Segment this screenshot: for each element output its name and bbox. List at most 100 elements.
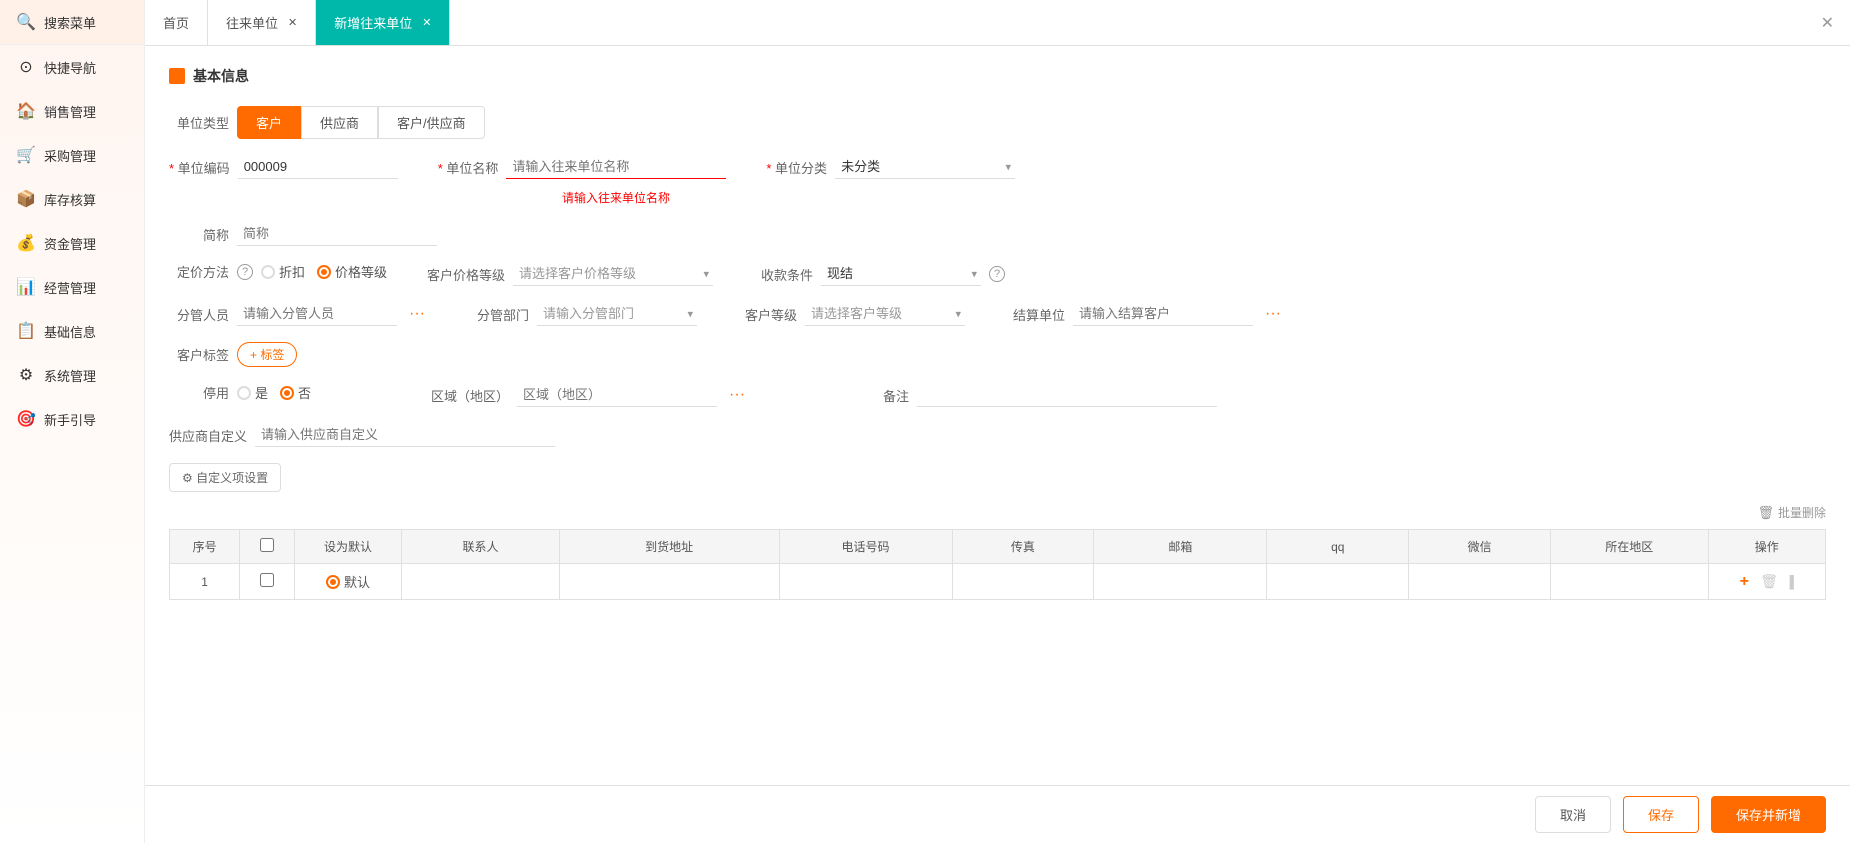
- window-close-btn[interactable]: ✕: [1805, 0, 1850, 45]
- disabled-no[interactable]: 否: [280, 383, 311, 402]
- row-default-radio: [326, 575, 340, 589]
- sidebar-item-quick-nav[interactable]: ⊙ 快捷导航: [0, 45, 144, 89]
- settlement-unit-input[interactable]: [1073, 302, 1253, 326]
- code-input[interactable]: [238, 155, 398, 179]
- add-row-btn[interactable]: +: [1740, 573, 1749, 590]
- col-address: 到货地址: [559, 530, 779, 564]
- row-qq-input[interactable]: [1303, 575, 1373, 589]
- tab-contacts[interactable]: 往来单位 ✕: [208, 0, 316, 45]
- sidebar-operations-label: 经营管理: [44, 278, 96, 297]
- pricing-method-label: 定价方法: [169, 262, 229, 281]
- remark-input[interactable]: [917, 383, 1217, 407]
- col-action: 操作: [1708, 530, 1826, 564]
- sidebar-item-basic[interactable]: 📋 基础信息: [0, 309, 144, 353]
- tab-new-contact-close[interactable]: ✕: [422, 16, 431, 29]
- pricing-level-label: 价格等级: [335, 262, 387, 281]
- supplier-custom-input[interactable]: [255, 423, 555, 447]
- row-email: [1094, 564, 1267, 600]
- tab-contacts-close[interactable]: ✕: [288, 16, 297, 29]
- purchase-icon: 🛒: [16, 145, 36, 165]
- manager-dots-btn[interactable]: ···: [405, 303, 429, 325]
- abbreviation-input[interactable]: [237, 222, 437, 246]
- row-checkbox[interactable]: [260, 573, 274, 587]
- supplier-custom-row: 供应商自定义: [169, 423, 1826, 447]
- disabled-yes[interactable]: 是: [237, 383, 268, 402]
- select-all-checkbox[interactable]: [260, 538, 274, 552]
- row-fax: [952, 564, 1094, 600]
- batch-delete-label[interactable]: 批量删除: [1778, 504, 1826, 521]
- sidebar-item-finance[interactable]: 💰 资金管理: [0, 221, 144, 265]
- customer-level-select[interactable]: 请选择客户等级: [805, 302, 965, 326]
- code-label: 单位编码: [169, 158, 230, 177]
- category-select[interactable]: 未分类: [835, 155, 1015, 179]
- row-phone-input[interactable]: [821, 575, 911, 589]
- row-region: [1551, 564, 1708, 600]
- region-dots-btn[interactable]: ···: [725, 384, 749, 406]
- department-wrapper: 请输入分管部门: [537, 302, 697, 326]
- customer-price-level-select[interactable]: 请选择客户价格等级: [513, 262, 713, 286]
- add-tag-btn[interactable]: + 标签: [237, 342, 297, 367]
- pricing-radio-group: 折扣 价格等级: [261, 262, 387, 281]
- supplier-custom-field: 供应商自定义: [169, 423, 555, 447]
- abbreviation-field: 简称: [169, 222, 437, 246]
- sidebar-item-search[interactable]: 🔍 搜索菜单: [0, 0, 144, 45]
- sidebar-finance-label: 资金管理: [44, 234, 96, 253]
- disabled-label: 停用: [169, 383, 229, 402]
- row-region-input[interactable]: [1589, 575, 1669, 589]
- customer-level-wrapper: 请选择客户等级: [805, 302, 965, 326]
- region-input[interactable]: [517, 383, 717, 407]
- pricing-method-field: 定价方法 ? 折扣 价格等级: [169, 262, 387, 281]
- sidebar-item-purchase[interactable]: 🛒 采购管理: [0, 133, 144, 177]
- department-label: 分管部门: [469, 305, 529, 324]
- pricing-discount-label: 折扣: [279, 262, 305, 281]
- code-field: 单位编码: [169, 155, 398, 179]
- unit-type-label: 单位类型: [169, 113, 229, 132]
- category-select-wrapper: 未分类: [835, 155, 1015, 179]
- row-default-text: 默认: [344, 572, 370, 591]
- row-fax-input[interactable]: [988, 575, 1058, 589]
- sidebar-item-operations[interactable]: 📊 经营管理: [0, 265, 144, 309]
- save-button[interactable]: 保存: [1623, 796, 1699, 833]
- type-btn-customer[interactable]: 客户: [237, 106, 301, 139]
- del-row-btn[interactable]: 🗑: [1760, 573, 1778, 589]
- department-select[interactable]: 请输入分管部门: [537, 302, 697, 326]
- pricing-help-icon[interactable]: ?: [237, 264, 253, 280]
- type-btn-supplier[interactable]: 供应商: [301, 106, 378, 139]
- manager-input[interactable]: [237, 302, 397, 326]
- sidebar-search-label: 搜索菜单: [44, 13, 96, 32]
- row-address-input[interactable]: [609, 575, 729, 589]
- unit-type-row: 单位类型 客户 供应商 客户/供应商: [169, 106, 1826, 139]
- name-input[interactable]: [506, 155, 726, 179]
- pricing-level[interactable]: 价格等级: [317, 262, 387, 281]
- pricing-row: 定价方法 ? 折扣 价格等级 客户价格等级 请选择客: [169, 262, 1826, 286]
- col-fax: 传真: [952, 530, 1094, 564]
- row-wechat-input[interactable]: [1445, 575, 1515, 589]
- row-contact: [402, 564, 559, 600]
- cancel-button[interactable]: 取消: [1535, 796, 1611, 833]
- row-contact-input[interactable]: [441, 575, 521, 589]
- customer-level-label: 客户等级: [737, 305, 797, 324]
- col-phone: 电话号码: [779, 530, 952, 564]
- payment-terms-select[interactable]: 现结: [821, 262, 981, 286]
- batch-delete-icon: 🗑: [1757, 505, 1774, 521]
- custom-settings-btn[interactable]: ⚙ 自定义项设置: [169, 463, 281, 492]
- sidebar-item-guide[interactable]: 🎯 新手引导: [0, 397, 144, 441]
- payment-help-icon[interactable]: ?: [989, 266, 1005, 282]
- tab-new-contact[interactable]: 新增往来单位 ✕: [316, 0, 450, 45]
- tab-home[interactable]: 首页: [145, 0, 208, 45]
- manager-row: 分管人员 ··· 分管部门 请输入分管部门 客户等级 请选择客户等级: [169, 302, 1826, 326]
- sidebar-item-system[interactable]: ⚙ 系统管理: [0, 353, 144, 397]
- settlement-unit-dots-btn[interactable]: ···: [1261, 303, 1285, 325]
- finance-icon: 💰: [16, 233, 36, 253]
- disabled-no-radio: [280, 386, 294, 400]
- col-contact: 联系人: [402, 530, 559, 564]
- sidebar-item-inventory[interactable]: 📦 库存核算: [0, 177, 144, 221]
- disabled-no-label: 否: [298, 383, 311, 402]
- save-new-button[interactable]: 保存并新增: [1711, 796, 1826, 833]
- pricing-discount[interactable]: 折扣: [261, 262, 305, 281]
- row-email-input[interactable]: [1135, 575, 1225, 589]
- tag-field: 客户标签 + 标签: [169, 342, 297, 367]
- row-default-radio-label[interactable]: 默认: [305, 572, 392, 591]
- sidebar-item-sales[interactable]: 🏠 销售管理: [0, 89, 144, 133]
- type-btn-both[interactable]: 客户/供应商: [378, 106, 485, 139]
